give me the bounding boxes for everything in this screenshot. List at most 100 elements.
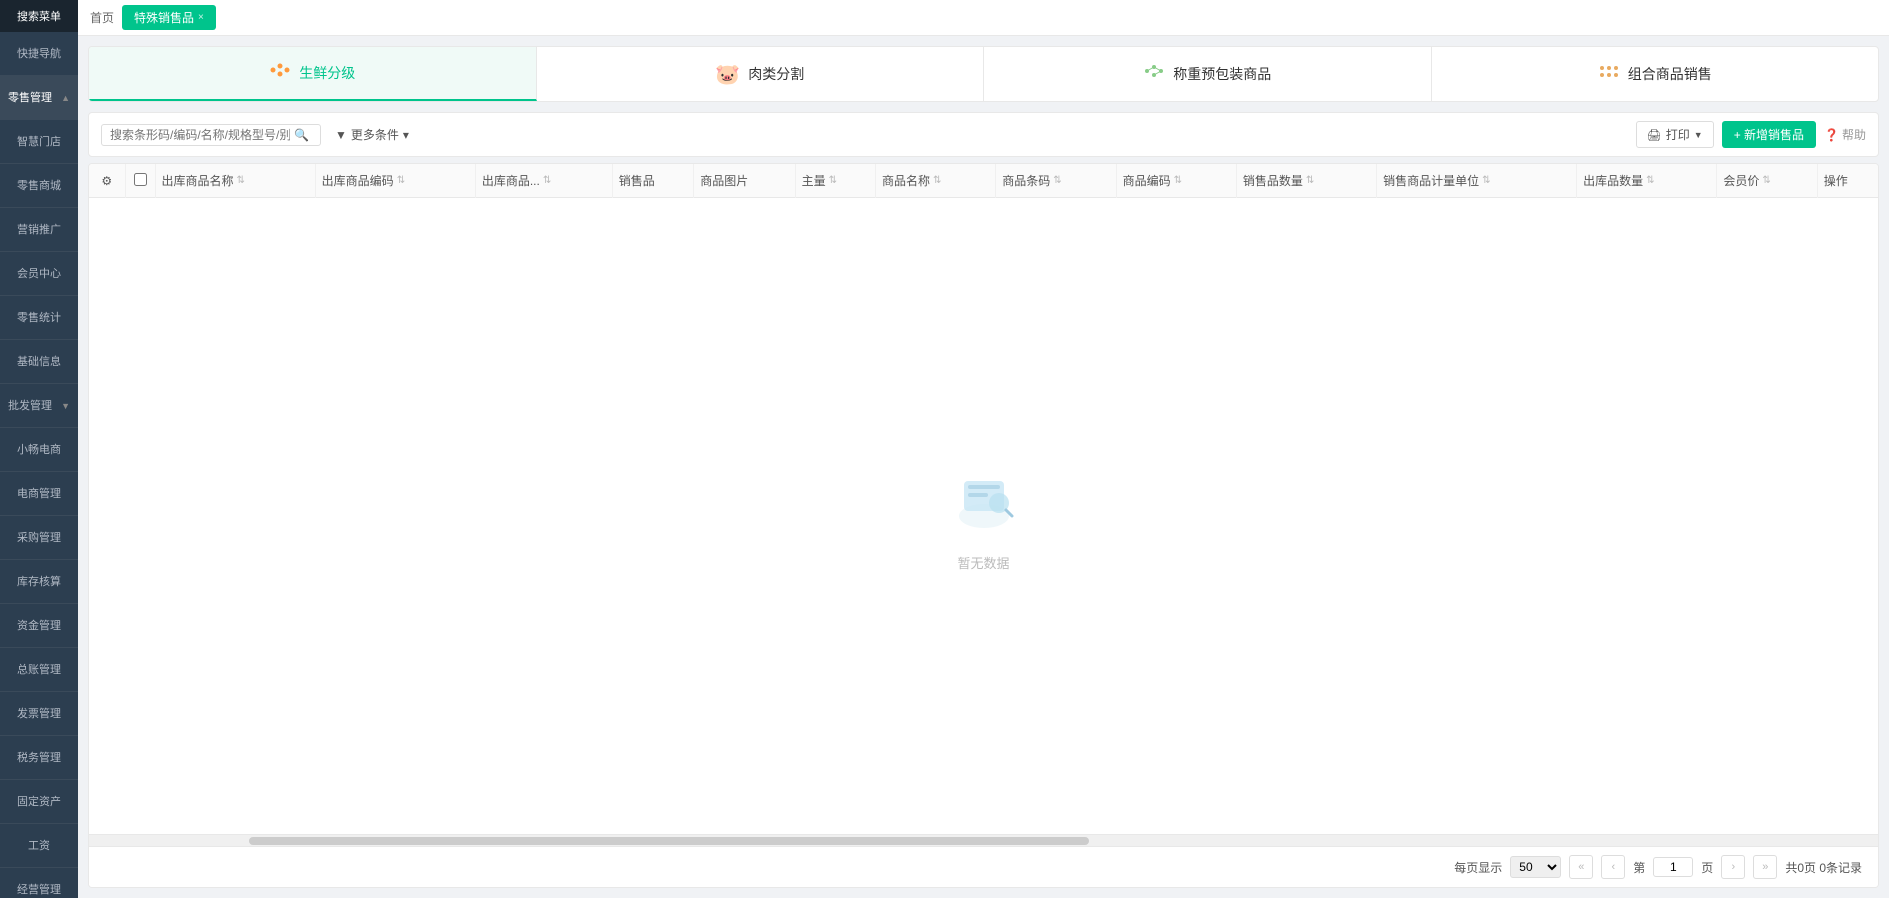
print-button[interactable]: 🖨 打印 ▼ xyxy=(1636,121,1714,148)
sidebar-item-operations-mgmt[interactable]: 经营管理 xyxy=(0,868,78,898)
sidebar-item-retail-mgmt[interactable]: 零售管理 ▲ xyxy=(0,76,78,120)
cat-tab-weigh-prepack-label: 称重预包装商品 xyxy=(1173,64,1271,84)
empty-state: 暂无数据 xyxy=(89,198,1878,834)
sort-icon[interactable]: ⇅ xyxy=(1482,175,1490,186)
toolbar-right: 🖨 打印 ▼ + 新增销售品 ❓ 帮助 xyxy=(1636,121,1866,148)
sidebar-item-retail-stats[interactable]: 零售统计 xyxy=(0,296,78,340)
sidebar-item-inventory[interactable]: 库存核算 xyxy=(0,560,78,604)
sidebar-item-invoice-mgmt[interactable]: 发票管理 xyxy=(0,692,78,736)
col-sale-product: 销售品 xyxy=(612,164,693,198)
sort-icon[interactable]: ⇅ xyxy=(829,175,837,186)
first-page-button[interactable]: « xyxy=(1569,855,1593,879)
col-actions: 操作 xyxy=(1817,164,1878,198)
add-label: + 新增销售品 xyxy=(1734,126,1804,143)
scrollbar-thumb[interactable] xyxy=(249,837,1089,845)
search-icon: 🔍 xyxy=(294,128,309,142)
col-sale-unit: 销售商品计量单位⇅ xyxy=(1377,164,1577,198)
cat-tab-meat-cutting-label: 肉类分割 xyxy=(748,64,804,84)
page-label: 第 xyxy=(1633,859,1645,876)
total-info: 共0页 0条记录 xyxy=(1785,859,1862,876)
products-table: ⚙ 出库商品名称⇅ 出库商品编码⇅ xyxy=(89,164,1878,198)
sidebar-logo[interactable]: 搜索菜单 xyxy=(0,0,78,32)
weigh-prepack-icon xyxy=(1143,62,1165,86)
sidebar-item-salary[interactable]: 工资 xyxy=(0,824,78,868)
filter-label: 更多条件 xyxy=(351,126,399,143)
sidebar: 搜索菜单 快捷导航 零售管理 ▲ 智慧门店 零售商城 营销推广 会员中心 零售统… xyxy=(0,0,78,898)
help-button[interactable]: ❓ 帮助 xyxy=(1824,126,1866,143)
home-link[interactable]: 首页 xyxy=(90,9,114,26)
meat-cutting-icon: 🐷 xyxy=(715,62,740,87)
sort-icon[interactable]: ⇅ xyxy=(933,175,941,186)
add-product-button[interactable]: + 新增销售品 xyxy=(1722,121,1816,148)
col-main-weight: 主量⇅ xyxy=(795,164,875,198)
sidebar-item-wholesale-mgmt[interactable]: 批发管理 ▼ xyxy=(0,384,78,428)
help-icon: ❓ xyxy=(1824,128,1839,142)
search-box[interactable]: 🔍 xyxy=(101,124,321,146)
col-product-barcode: 商品条码⇅ xyxy=(996,164,1116,198)
search-input[interactable] xyxy=(110,128,290,142)
page-suffix: 页 xyxy=(1701,859,1713,876)
toolbar-left: 🔍 ▼ 更多条件 ▾ xyxy=(101,123,415,146)
chevron-icon: ▼ xyxy=(61,401,70,411)
print-label: 打印 xyxy=(1666,126,1690,143)
pagination: 每页显示 20 50 100 « ‹ 第 页 › xyxy=(89,846,1878,887)
sort-icon[interactable]: ⇅ xyxy=(1174,175,1182,186)
sidebar-item-member-center[interactable]: 会员中心 xyxy=(0,252,78,296)
sidebar-item-ecommerce-mgmt[interactable]: 电商管理 xyxy=(0,472,78,516)
sidebar-item-purchase-mgmt[interactable]: 采购管理 xyxy=(0,516,78,560)
next-page-button[interactable]: › xyxy=(1721,855,1745,879)
sort-icon[interactable]: ⇅ xyxy=(1646,175,1654,186)
sort-icon[interactable]: ⇅ xyxy=(1306,175,1314,186)
sidebar-item-capital-mgmt[interactable]: 资金管理 xyxy=(0,604,78,648)
main-area: 首页 特殊销售品 × 生鲜分级 xyxy=(78,0,1889,898)
toolbar: 🔍 ▼ 更多条件 ▾ 🖨 打印 ▼ + 新增销售品 ❓ xyxy=(88,112,1879,157)
sidebar-item-tax-mgmt[interactable]: 税务管理 xyxy=(0,736,78,780)
next-page-icon: › xyxy=(1731,861,1735,873)
sidebar-item-fixed-assets[interactable]: 固定资产 xyxy=(0,780,78,824)
print-icon: 🖨 xyxy=(1647,128,1662,142)
filter-icon: ▼ xyxy=(335,128,347,142)
gear-icon[interactable]: ⚙ xyxy=(101,174,112,188)
sort-icon[interactable]: ⇅ xyxy=(397,175,405,186)
sidebar-item-retail-mall[interactable]: 零售商城 xyxy=(0,164,78,208)
col-out-product-name: 出库商品名称⇅ xyxy=(155,164,315,198)
last-page-button[interactable]: » xyxy=(1753,855,1777,879)
page-input[interactable] xyxy=(1653,857,1693,877)
col-member-price: 会员价⇅ xyxy=(1717,164,1817,198)
active-tab[interactable]: 特殊销售品 × xyxy=(122,5,216,30)
select-all-checkbox[interactable] xyxy=(134,173,147,186)
close-tab-icon[interactable]: × xyxy=(198,12,204,23)
col-out-product-spec: 出库商品...⇅ xyxy=(475,164,612,198)
sidebar-item-mini-ecommerce[interactable]: 小畅电商 xyxy=(0,428,78,472)
col-out-qty: 出库品数量⇅ xyxy=(1577,164,1717,198)
cat-tab-weigh-prepack[interactable]: 称重预包装商品 xyxy=(984,47,1432,101)
prev-page-icon: ‹ xyxy=(1611,861,1615,873)
combo-sales-icon xyxy=(1598,62,1620,86)
cat-tab-combo-sales-label: 组合商品销售 xyxy=(1628,64,1712,84)
sort-icon[interactable]: ⇅ xyxy=(543,175,551,186)
col-product-code: 商品编码⇅ xyxy=(1116,164,1236,198)
cat-tab-combo-sales[interactable]: 组合商品销售 xyxy=(1432,47,1879,101)
filter-button[interactable]: ▼ 更多条件 ▾ xyxy=(329,123,415,146)
per-page-select[interactable]: 20 50 100 xyxy=(1510,856,1561,878)
sort-icon[interactable]: ⇅ xyxy=(1053,175,1061,186)
sidebar-item-smart-store[interactable]: 智慧门店 xyxy=(0,120,78,164)
col-out-product-code: 出库商品编码⇅ xyxy=(315,164,475,198)
chevron-icon: ▲ xyxy=(61,93,70,103)
col-sale-qty: 销售品数量⇅ xyxy=(1236,164,1376,198)
sidebar-item-general-mgmt[interactable]: 总账管理 xyxy=(0,648,78,692)
content-area: 生鲜分级 🐷 肉类分割 xyxy=(78,36,1889,898)
sort-icon[interactable]: ⇅ xyxy=(237,175,245,186)
sort-icon[interactable]: ⇅ xyxy=(1762,175,1770,186)
print-arrow-icon: ▼ xyxy=(1694,130,1703,140)
cat-tab-meat-cutting[interactable]: 🐷 肉类分割 xyxy=(537,47,985,101)
sidebar-item-basic-info[interactable]: 基础信息 xyxy=(0,340,78,384)
empty-text: 暂无数据 xyxy=(957,553,1009,572)
horizontal-scrollbar[interactable] xyxy=(89,834,1878,846)
cat-tab-fresh-grade[interactable]: 生鲜分级 xyxy=(89,47,537,101)
table-container: ⚙ 出库商品名称⇅ 出库商品编码⇅ xyxy=(88,163,1879,888)
sidebar-item-quick-nav[interactable]: 快捷导航 xyxy=(0,32,78,76)
prev-page-button[interactable]: ‹ xyxy=(1601,855,1625,879)
tab-label: 特殊销售品 xyxy=(134,9,194,26)
sidebar-item-marketing[interactable]: 营销推广 xyxy=(0,208,78,252)
